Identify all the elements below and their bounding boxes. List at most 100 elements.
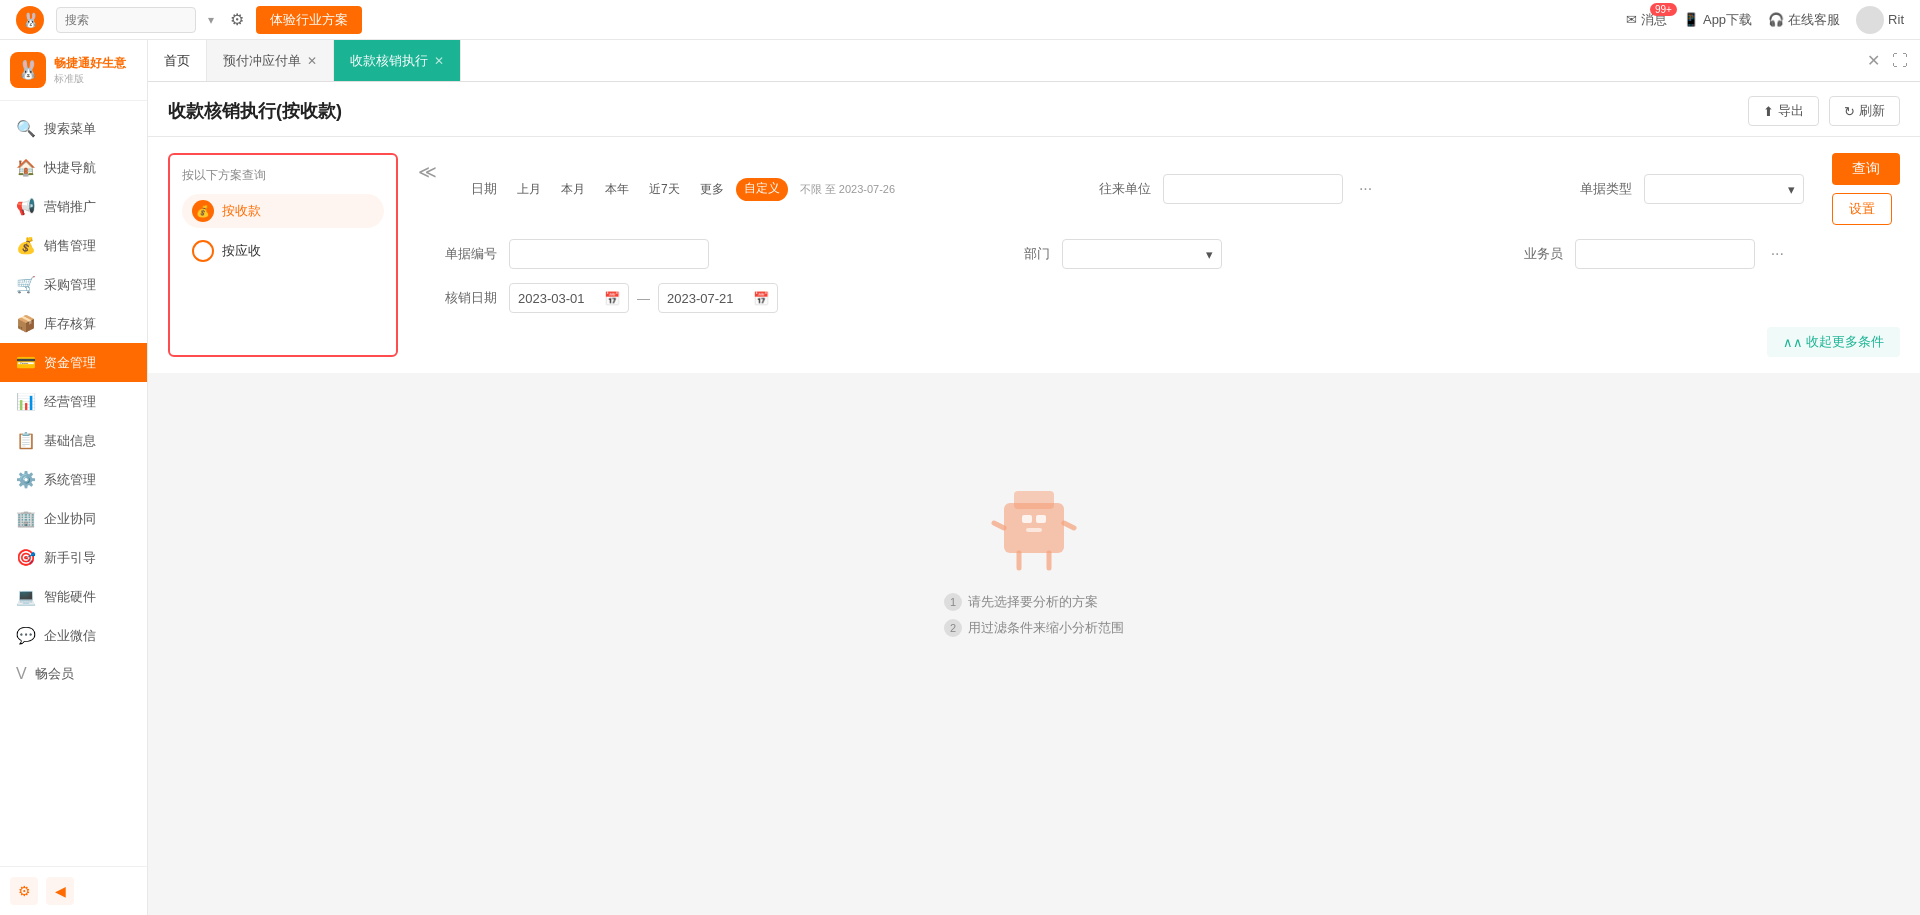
counterpart-dots-icon[interactable]: ··· xyxy=(1355,180,1376,198)
date-tab-last-month[interactable]: 上月 xyxy=(509,178,549,201)
target-icon: 🎯 xyxy=(16,548,36,567)
sidebar-item-sales[interactable]: 💰 销售管理 xyxy=(0,226,147,265)
sidebar-item-purchase[interactable]: 🛒 采购管理 xyxy=(0,265,147,304)
sidebar-item-search[interactable]: 🔍 搜索菜单 xyxy=(0,109,147,148)
sidebar-logo-area: 🐰 畅捷通好生意 标准版 xyxy=(0,40,147,101)
close-tab-icon[interactable]: ✕ xyxy=(1867,51,1880,70)
doc-no-label: 单据编号 xyxy=(437,245,497,263)
verify-date-start-input[interactable]: 2023-03-01 📅 xyxy=(509,283,629,313)
headset-icon: 🎧 xyxy=(1768,12,1784,27)
sidebar-item-marketing[interactable]: 📢 营销推广 xyxy=(0,187,147,226)
messages-button[interactable]: ✉ 消息 99+ xyxy=(1626,11,1667,29)
doc-type-label: 单据类型 xyxy=(1572,180,1632,198)
sidebar-collapse-button[interactable]: ◀ xyxy=(46,877,74,905)
filter-right-panel: 日期 上月 本月 本年 近7天 更多 自定义 不限 至 2023-07-26 xyxy=(437,153,1900,357)
sidebar-item-operation[interactable]: 📊 经营管理 xyxy=(0,382,147,421)
building-icon: 🏢 xyxy=(16,509,36,528)
chevron-up-icon: ∧∧ xyxy=(1783,335,1803,350)
svg-rect-2 xyxy=(1022,515,1032,523)
vip-icon: V xyxy=(16,665,27,683)
settings-gear-icon[interactable]: ⚙ xyxy=(230,10,244,29)
page-header: 收款核销执行(按收款) ⬆ 导出 ↻ 刷新 xyxy=(148,82,1920,137)
sidebar-item-member[interactable]: V 畅会员 xyxy=(0,655,147,693)
dropdown-chevron-icon[interactable]: ▾ xyxy=(208,13,214,27)
app-logo-icon: 🐰 xyxy=(16,6,44,34)
wechat-icon: 💬 xyxy=(16,626,36,645)
sidebar-item-wechat[interactable]: 💬 企业微信 xyxy=(0,616,147,655)
empty-tip-row-2: 2 用过滤条件来缩小分析范围 xyxy=(944,615,1124,641)
sidebar-item-system[interactable]: ⚙️ 系统管理 xyxy=(0,460,147,499)
search-input[interactable] xyxy=(56,7,196,33)
filter-option-by-receivable[interactable]: ⏱ 按应收 xyxy=(182,234,384,268)
collapse-more-conditions-button[interactable]: ∧∧ 收起更多条件 xyxy=(1767,327,1900,357)
dept-select[interactable]: ▾ xyxy=(1062,239,1222,269)
filter-rows: 日期 上月 本月 本年 近7天 更多 自定义 不限 至 2023-07-26 xyxy=(437,153,1900,313)
counterpart-label: 往来单位 xyxy=(1091,180,1151,198)
sidebar-bottom: ⚙ ◀ xyxy=(0,866,147,915)
sidebar-item-guide[interactable]: 🎯 新手引导 xyxy=(0,538,147,577)
query-button[interactable]: 查询 xyxy=(1832,153,1900,185)
main-layout: 🐰 畅捷通好生意 标准版 🔍 搜索菜单 🏠 快捷导航 📢 营销推广 💰 销售管理 xyxy=(0,40,1920,915)
svg-line-6 xyxy=(1064,523,1074,528)
empty-tip-row-1: 1 请先选择要分析的方案 xyxy=(944,589,1124,615)
sidebar-item-quick-nav[interactable]: 🏠 快捷导航 xyxy=(0,148,147,187)
maximize-tab-icon[interactable]: ⛶ xyxy=(1892,52,1908,70)
sidebar-item-inventory[interactable]: 📦 库存核算 xyxy=(0,304,147,343)
filter-left-panel: 按以下方案查询 💰 按收款 ⏱ 按应收 xyxy=(168,153,398,357)
date-tab-custom[interactable]: 自定义 xyxy=(736,178,788,201)
date-tab-7days[interactable]: 近7天 xyxy=(641,178,688,201)
hardware-icon: 💻 xyxy=(16,587,36,606)
top-bar: 🐰 ▾ ⚙ 体验行业方案 ✉ 消息 99+ 📱 App下载 🎧 在线客服 Rit xyxy=(0,0,1920,40)
refresh-button[interactable]: ↻ 刷新 xyxy=(1829,96,1900,126)
user-name: Rit xyxy=(1888,12,1904,27)
sidebar-settings-button[interactable]: ⚙ xyxy=(10,877,38,905)
tab-prepay[interactable]: 预付冲应付单 ✕ xyxy=(207,40,334,81)
sidebar-item-enterprise[interactable]: 🏢 企业协同 xyxy=(0,499,147,538)
empty-illustration xyxy=(984,473,1084,573)
industry-solution-button[interactable]: 体验行业方案 xyxy=(256,6,362,34)
sidebar-item-hardware[interactable]: 💻 智能硬件 xyxy=(0,577,147,616)
calendar-start-icon[interactable]: 📅 xyxy=(604,291,620,306)
svg-rect-4 xyxy=(1026,528,1042,532)
filter-body: 按以下方案查询 💰 按收款 ⏱ 按应收 ≪ xyxy=(168,153,1900,357)
page-header-actions: ⬆ 导出 ↻ 刷新 xyxy=(1748,96,1900,126)
sidebar-item-finance[interactable]: 💳 资金管理 xyxy=(0,343,147,382)
verify-date-end-input[interactable]: 2023-07-21 📅 xyxy=(658,283,778,313)
date-tab-this-month[interactable]: 本月 xyxy=(553,178,593,201)
user-menu[interactable]: Rit xyxy=(1856,6,1904,34)
tab-home[interactable]: 首页 xyxy=(148,40,207,81)
logo-area: 🐰 xyxy=(16,6,44,34)
page-title: 收款核销执行(按收款) xyxy=(168,99,342,123)
verify-date-range: 2023-03-01 📅 — 2023-07-21 📅 xyxy=(509,283,778,313)
doc-type-select[interactable]: ▾ xyxy=(1644,174,1804,204)
online-service-button[interactable]: 🎧 在线客服 xyxy=(1768,11,1840,29)
calendar-end-icon[interactable]: 📅 xyxy=(753,291,769,306)
settings-button[interactable]: 设置 xyxy=(1832,193,1892,225)
tab-collection-close-icon[interactable]: ✕ xyxy=(434,54,444,68)
filter-area: 按以下方案查询 💰 按收款 ⏱ 按应收 ≪ xyxy=(148,137,1920,373)
doc-no-input[interactable] xyxy=(509,239,709,269)
date-tab-more[interactable]: 更多 xyxy=(692,178,732,201)
export-button[interactable]: ⬆ 导出 xyxy=(1748,96,1819,126)
staff-dots-icon[interactable]: ··· xyxy=(1767,245,1788,263)
content-below-filter: 1 请先选择要分析的方案 2 用过滤条件来缩小分析范围 xyxy=(148,373,1920,741)
staff-input[interactable] xyxy=(1575,239,1755,269)
counterpart-input[interactable] xyxy=(1163,174,1343,204)
sidebar-item-basic[interactable]: 📋 基础信息 xyxy=(0,421,147,460)
sidebar: 🐰 畅捷通好生意 标准版 🔍 搜索菜单 🏠 快捷导航 📢 营销推广 💰 销售管理 xyxy=(0,40,148,915)
filter-row-verify-date: 核销日期 2023-03-01 📅 — 2023-07-21 xyxy=(437,283,1900,313)
app-download-button[interactable]: 📱 App下载 xyxy=(1683,11,1752,29)
clipboard-icon: 📋 xyxy=(16,431,36,450)
date-tab-this-year[interactable]: 本年 xyxy=(597,178,637,201)
date-hint: 不限 至 2023-07-26 xyxy=(800,182,895,197)
svg-rect-1 xyxy=(1014,491,1054,509)
filter-row-date: 日期 上月 本月 本年 近7天 更多 自定义 不限 至 2023-07-26 xyxy=(437,153,1900,225)
filter-option-by-collection[interactable]: 💰 按收款 xyxy=(182,194,384,228)
tab-prepay-close-icon[interactable]: ✕ xyxy=(307,54,317,68)
messages-badge: 99+ xyxy=(1650,3,1677,16)
tab-collection[interactable]: 收款核销执行 ✕ xyxy=(334,40,461,81)
date-label: 日期 xyxy=(437,180,497,198)
tab-actions: ✕ ⛶ xyxy=(1855,40,1920,81)
filter-collapse-icon[interactable]: ≪ xyxy=(418,161,437,183)
query-buttons: 查询 设置 xyxy=(1832,153,1900,225)
